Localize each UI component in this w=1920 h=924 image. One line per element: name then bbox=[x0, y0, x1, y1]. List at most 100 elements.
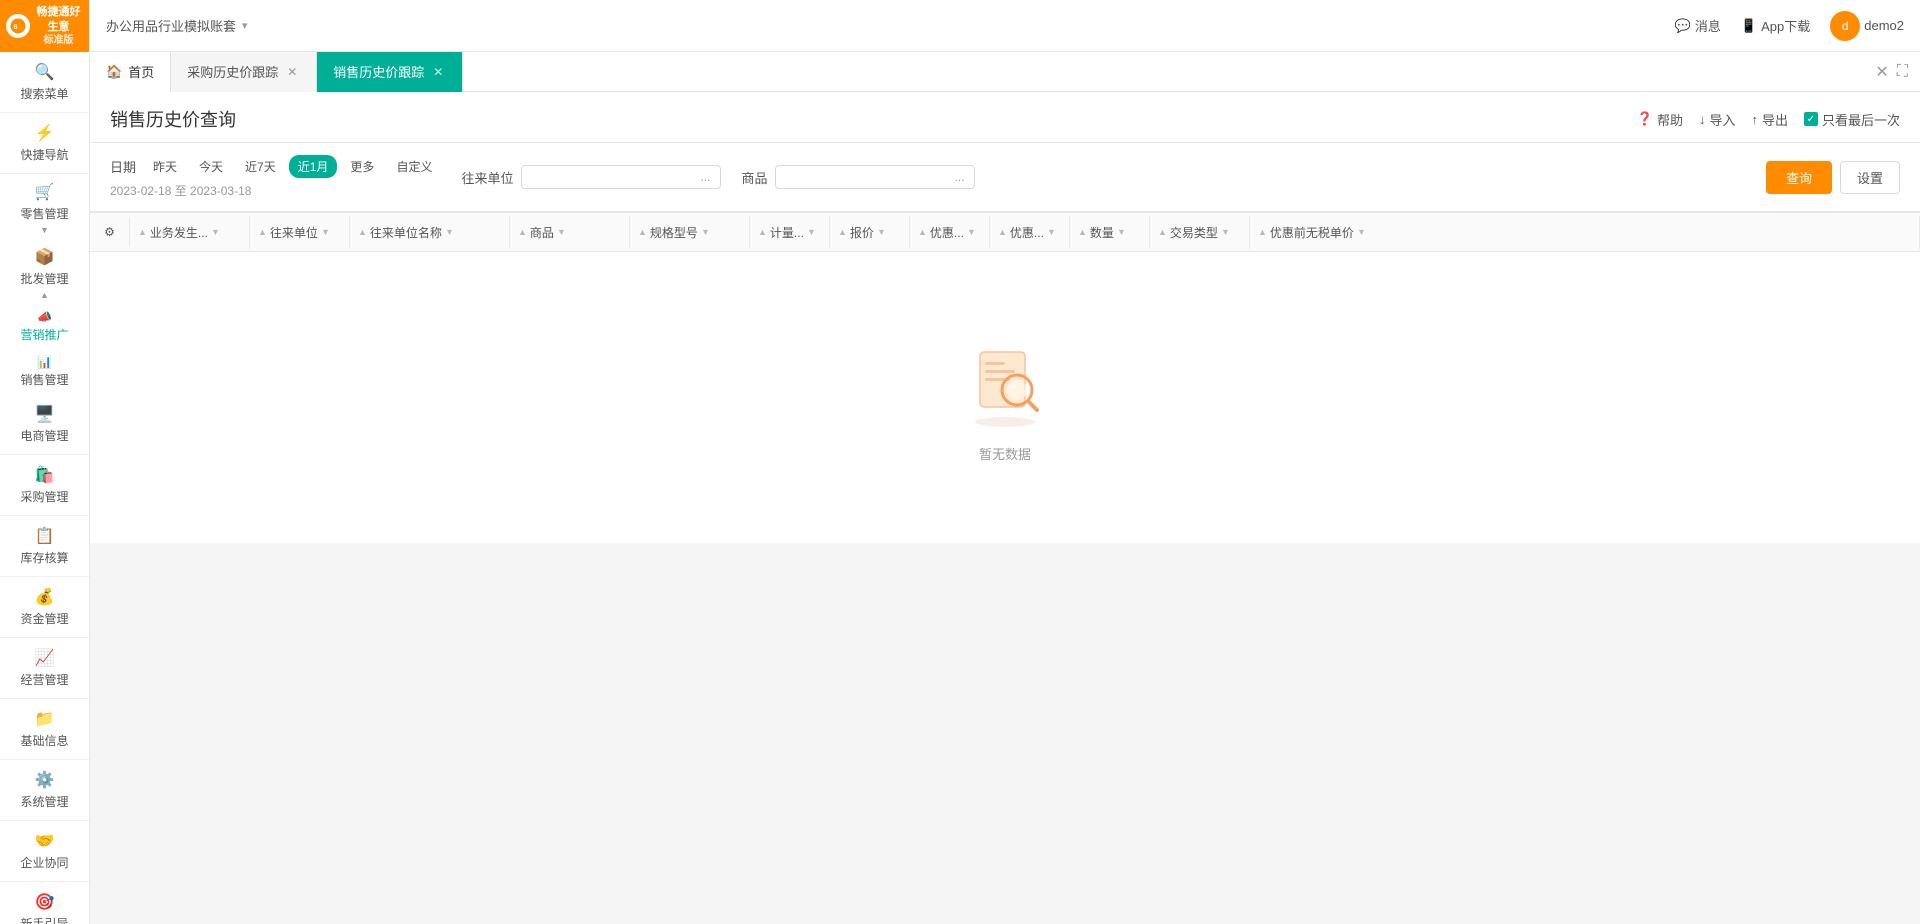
sidebar-item-quick-nav[interactable]: ⚡ 快捷导航 bbox=[0, 113, 89, 174]
table-area: ⚙ ▲ 业务发生... ▼ ▲ 往来单位 ▼ ▲ 往来单位名称 ▼ bbox=[90, 212, 1920, 543]
header-right: 💬 消息 📱 App下载 d demo2 bbox=[1675, 11, 1904, 41]
import-action[interactable]: ↓ 导入 bbox=[1699, 110, 1736, 129]
sidebar-item-marketing-label: 营销推广 bbox=[20, 326, 68, 343]
date-btn-1month[interactable]: 近1月 bbox=[289, 155, 338, 178]
app-name: 畅捷通好生意 bbox=[34, 5, 83, 34]
last-only-checkbox-icon: ✓ bbox=[1804, 112, 1818, 126]
sidebar-item-operations[interactable]: 📈 经营管理 bbox=[0, 638, 89, 699]
main-area: 办公用品行业模拟账套 ▾ 💬 消息 📱 App下载 d demo2 🏠 bbox=[90, 0, 1920, 924]
sort-down-icon-pref2: ▼ bbox=[1047, 227, 1056, 237]
wholesale-arrow-icon: ▲ bbox=[40, 290, 49, 300]
th-product[interactable]: ▲ 商品 ▼ bbox=[510, 216, 630, 249]
app-download-label: App下载 bbox=[1761, 16, 1810, 35]
last-only-label: 只看最后一次 bbox=[1822, 110, 1900, 129]
sort-up-icon-trade: ▲ bbox=[1158, 227, 1167, 237]
tab-sales-history-close-icon[interactable]: ✕ bbox=[430, 64, 446, 80]
sidebar-item-operations-label: 经营管理 bbox=[20, 671, 68, 688]
sales-icon: 📊 bbox=[37, 355, 52, 369]
operations-icon: 📈 bbox=[35, 648, 55, 668]
import-icon: ↓ bbox=[1699, 112, 1706, 127]
settings-col-icon: ⚙ bbox=[104, 225, 115, 239]
th-pref2-label: 优惠... bbox=[1010, 224, 1044, 241]
tab-purchase-history-close-icon[interactable]: ✕ bbox=[284, 64, 300, 80]
sidebar-item-ecommerce-label: 电商管理 bbox=[20, 427, 68, 444]
partner-filter-input[interactable]: ... bbox=[521, 165, 721, 189]
partner-input-dots: ... bbox=[700, 170, 710, 184]
sidebar-item-marketing[interactable]: 📣 营销推广 bbox=[0, 304, 89, 349]
tab-purchase-history[interactable]: 采购历史价跟踪 ✕ bbox=[171, 52, 317, 92]
date-quick-group: 日期 昨天 今天 近7天 近1月 更多 自定义 bbox=[110, 155, 441, 178]
th-unit-name[interactable]: ▲ 往来单位名称 ▼ bbox=[350, 216, 510, 249]
th-quote[interactable]: ▲ 报价 ▼ bbox=[830, 216, 910, 249]
sidebar-item-system-label: 系统管理 bbox=[20, 793, 68, 810]
th-spec[interactable]: ▲ 规格型号 ▼ bbox=[630, 216, 750, 249]
th-biz-date[interactable]: ▲ 业务发生... ▼ bbox=[130, 216, 250, 249]
message-action[interactable]: 💬 消息 bbox=[1675, 16, 1721, 35]
th-pref1[interactable]: ▲ 优惠... ▼ bbox=[910, 216, 990, 249]
sidebar-item-sales[interactable]: 📊 销售管理 bbox=[0, 349, 89, 394]
sidebar-item-search[interactable]: 🔍 搜索菜单 bbox=[0, 52, 89, 113]
settings-button[interactable]: 设置 bbox=[1840, 161, 1900, 194]
app-tagline: 标准版 bbox=[34, 34, 83, 47]
sort-up-icon-pref-notax: ▲ bbox=[1258, 227, 1267, 237]
logo-icon: 6 bbox=[6, 14, 30, 38]
last-only-checkbox-label[interactable]: ✓ 只看最后一次 bbox=[1804, 110, 1900, 129]
tab-home[interactable]: 🏠 首页 bbox=[90, 52, 171, 92]
company-selector[interactable]: 办公用品行业模拟账套 ▾ bbox=[106, 16, 248, 35]
ecommerce-icon: 🖥️ bbox=[35, 404, 55, 424]
app-download-action[interactable]: 📱 App下载 bbox=[1741, 16, 1810, 35]
download-icon: 📱 bbox=[1741, 18, 1757, 34]
sidebar-item-enterprise-collab-label: 企业协同 bbox=[20, 854, 68, 871]
tab-sales-history-label: 销售历史价跟踪 bbox=[333, 62, 424, 81]
sidebar-item-enterprise-collab[interactable]: 🤝 企业协同 bbox=[0, 821, 89, 882]
sort-up-icon-product: ▲ bbox=[518, 227, 527, 237]
tab-close-icon[interactable]: ✕ bbox=[1875, 62, 1888, 82]
date-btn-7days[interactable]: 近7天 bbox=[236, 155, 285, 178]
header-left: 办公用品行业模拟账套 ▾ bbox=[106, 16, 248, 35]
query-button[interactable]: 查询 bbox=[1766, 161, 1832, 194]
tab-sales-history[interactable]: 销售历史价跟踪 ✕ bbox=[317, 52, 463, 92]
sidebar-item-search-label: 搜索菜单 bbox=[20, 85, 68, 102]
sidebar-item-basic-info[interactable]: 📁 基础信息 bbox=[0, 699, 89, 760]
sidebar-item-system[interactable]: ⚙️ 系统管理 bbox=[0, 760, 89, 821]
page-actions: ❓ 帮助 ↓ 导入 ↑ 导出 ✓ 只看最后一次 bbox=[1637, 110, 1900, 129]
sidebar-item-newbie[interactable]: 🎯 新手引导 bbox=[0, 882, 89, 924]
tab-fullscreen-icon[interactable]: ⛶ bbox=[1897, 63, 1908, 81]
th-settings[interactable]: ⚙ bbox=[90, 217, 130, 247]
sort-down-icon-unit-name: ▼ bbox=[445, 227, 454, 237]
sort-down-icon-spec: ▼ bbox=[701, 227, 710, 237]
th-unit[interactable]: ▲ 往来单位 ▼ bbox=[250, 216, 350, 249]
date-btn-yesterday[interactable]: 昨天 bbox=[144, 155, 186, 178]
date-btn-custom[interactable]: 自定义 bbox=[387, 155, 441, 178]
product-filter-input[interactable]: ... bbox=[775, 165, 975, 189]
sidebar-item-basic-info-label: 基础信息 bbox=[20, 732, 68, 749]
tab-home-label: 首页 bbox=[128, 62, 154, 81]
help-action[interactable]: ❓ 帮助 bbox=[1637, 110, 1683, 129]
th-qty[interactable]: ▲ 数量 ▼ bbox=[1070, 216, 1150, 249]
sidebar-item-inventory[interactable]: 📋 库存核算 bbox=[0, 516, 89, 577]
date-btn-more[interactable]: 更多 bbox=[341, 155, 383, 178]
sidebar-item-retail[interactable]: 🛒 零售管理 ▼ bbox=[0, 174, 89, 239]
tab-purchase-history-label: 采购历史价跟踪 bbox=[187, 62, 278, 81]
export-action[interactable]: ↑ 导出 bbox=[1751, 110, 1788, 129]
th-trade-type[interactable]: ▲ 交易类型 ▼ bbox=[1150, 216, 1250, 249]
th-pref2[interactable]: ▲ 优惠... ▼ bbox=[990, 216, 1070, 249]
th-biz-date-label: 业务发生... bbox=[150, 224, 208, 241]
sidebar-item-ecommerce[interactable]: 🖥️ 电商管理 bbox=[0, 394, 89, 455]
sidebar-item-wholesale[interactable]: 📦 批发管理 ▲ bbox=[0, 239, 89, 304]
user-profile-action[interactable]: d demo2 bbox=[1830, 11, 1904, 41]
sidebar-item-finance-label: 资金管理 bbox=[20, 610, 68, 627]
date-btn-today[interactable]: 今天 bbox=[190, 155, 232, 178]
empty-illustration bbox=[955, 332, 1055, 432]
sidebar-item-finance[interactable]: 💰 资金管理 bbox=[0, 577, 89, 638]
svg-text:6: 6 bbox=[14, 22, 18, 31]
avatar-initials: d bbox=[1842, 19, 1849, 33]
th-pref-notax[interactable]: ▲ 优惠前无税单价 ▼ bbox=[1250, 216, 1920, 249]
basic-info-icon: 📁 bbox=[35, 709, 55, 729]
user-name: demo2 bbox=[1864, 18, 1904, 33]
sort-up-icon-unit-name: ▲ bbox=[358, 227, 367, 237]
sidebar-item-purchase[interactable]: 🛍️ 采购管理 bbox=[0, 455, 89, 516]
newbie-icon: 🎯 bbox=[35, 892, 55, 912]
sort-up-icon-pref1: ▲ bbox=[918, 227, 927, 237]
th-unit-measure[interactable]: ▲ 计量... ▼ bbox=[750, 216, 830, 249]
